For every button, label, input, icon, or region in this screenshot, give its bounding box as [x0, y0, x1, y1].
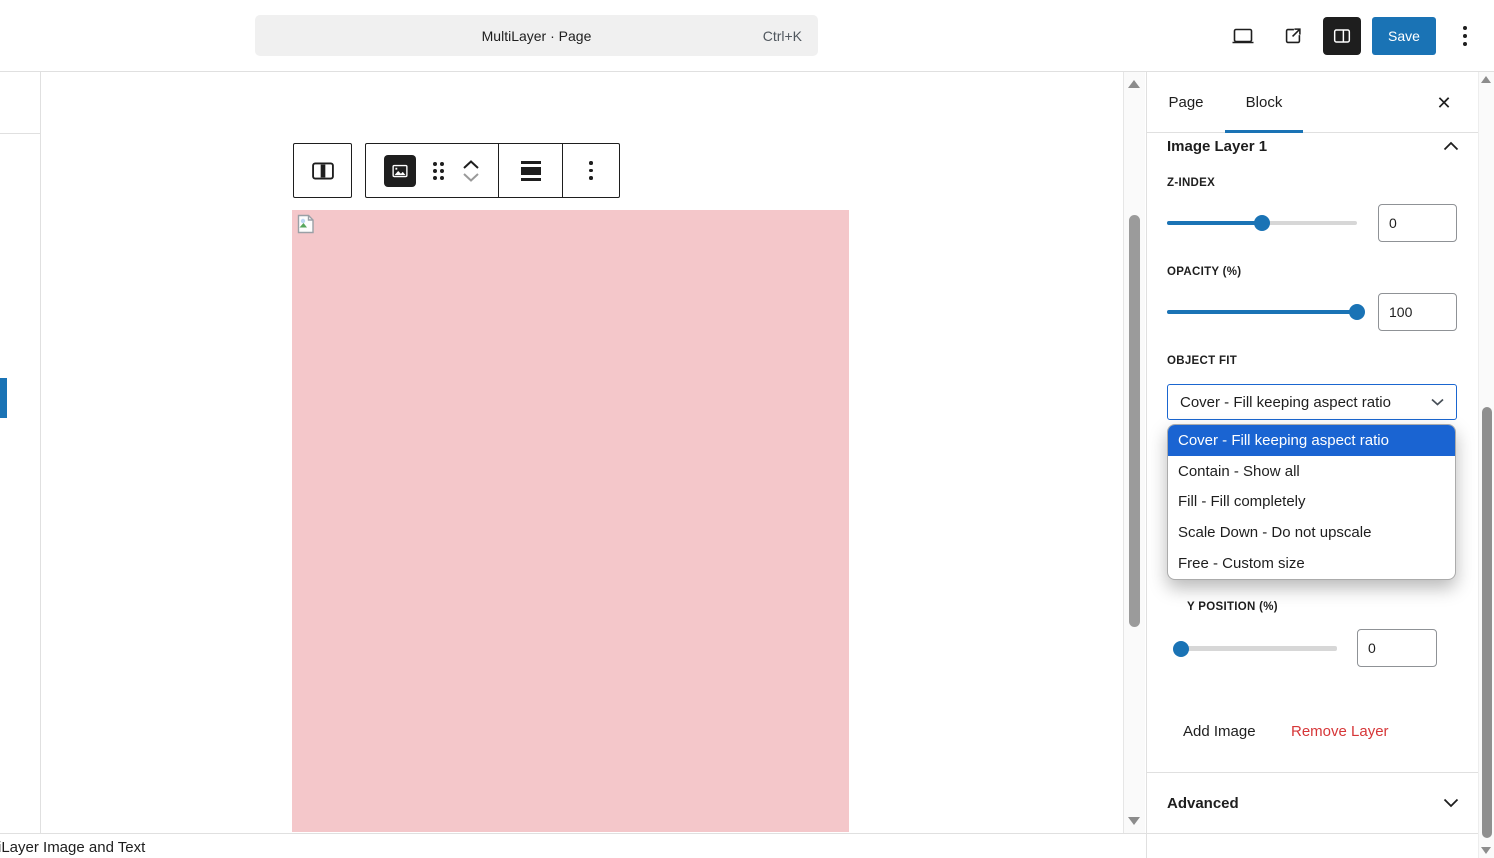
- document-title: MultiLayer · Page: [481, 27, 592, 44]
- opacity-input[interactable]: [1378, 293, 1457, 331]
- drag-handle-icon: [433, 161, 445, 180]
- slider-thumb[interactable]: [1254, 215, 1270, 231]
- sidebar-scrollbar-thumb[interactable]: [1482, 407, 1492, 838]
- move-up-button[interactable]: [462, 159, 480, 170]
- sidebar-divider: [1147, 833, 1479, 834]
- object-fit-dropdown: Cover - Fill keeping aspect ratio Contai…: [1167, 424, 1456, 580]
- command-palette-button[interactable]: MultiLayer · Page Ctrl+K: [255, 15, 818, 56]
- tab-block[interactable]: Block: [1225, 72, 1303, 133]
- command-shortcut: Ctrl+K: [762, 27, 802, 44]
- chevron-down-icon: [462, 172, 480, 183]
- canvas-scrollbar: [1123, 72, 1145, 833]
- alignment-icon: [520, 160, 541, 181]
- select-parent-block-button[interactable]: [293, 143, 352, 198]
- kebab-menu-icon: [1463, 26, 1467, 46]
- add-image-button[interactable]: Add Image: [1183, 723, 1256, 740]
- z-index-input[interactable]: [1378, 204, 1457, 242]
- scroll-down-arrow[interactable]: [1128, 817, 1140, 825]
- preview-button[interactable]: [1224, 17, 1262, 55]
- block-toolbar: [365, 143, 620, 198]
- option-cover[interactable]: Cover - Fill keeping aspect ratio: [1168, 425, 1455, 456]
- settings-sidebar: Page Block ✕ Image Layer 1 Z-INDEX OPACI…: [1146, 72, 1479, 858]
- external-link-icon: [1282, 25, 1304, 47]
- kebab-menu-icon: [589, 161, 593, 180]
- advanced-panel-header[interactable]: Advanced: [1167, 785, 1459, 821]
- z-index-slider[interactable]: [1167, 215, 1357, 231]
- close-icon: ✕: [1436, 92, 1452, 113]
- opacity-label: OPACITY (%): [1167, 266, 1242, 278]
- scroll-down-arrow[interactable]: [1481, 847, 1491, 854]
- object-fit-select[interactable]: Cover - Fill keeping aspect ratio: [1167, 384, 1457, 420]
- y-position-label: Y POSITION (%): [1187, 601, 1278, 613]
- settings-sidebar-toggle[interactable]: [1323, 17, 1361, 55]
- laptop-icon: [1231, 24, 1255, 48]
- chevron-up-icon: [1443, 141, 1459, 151]
- remove-layer-button[interactable]: Remove Layer: [1291, 723, 1389, 740]
- chevron-up-icon: [462, 159, 480, 170]
- align-button[interactable]: [499, 144, 563, 197]
- sidebar-panel-icon: [1331, 25, 1353, 47]
- object-fit-label: OBJECT FIT: [1167, 355, 1238, 367]
- slider-thumb[interactable]: [1173, 640, 1189, 657]
- sidebar-scrollbar: [1478, 72, 1494, 858]
- z-index-label: Z-INDEX: [1167, 177, 1216, 189]
- opacity-slider[interactable]: [1167, 304, 1365, 320]
- image-layer-panel-header[interactable]: Image Layer 1: [1167, 133, 1459, 159]
- scroll-up-arrow[interactable]: [1128, 80, 1140, 88]
- broken-image-icon: [296, 214, 316, 234]
- chevron-down-icon: [1443, 798, 1459, 808]
- left-strip-divider: [0, 133, 40, 134]
- option-fill[interactable]: Fill - Fill completely: [1168, 487, 1455, 518]
- tab-page[interactable]: Page: [1147, 72, 1225, 133]
- move-down-button[interactable]: [462, 172, 480, 183]
- option-free[interactable]: Free - Custom size: [1168, 548, 1455, 579]
- canvas-left-border: [40, 72, 41, 833]
- block-options-button[interactable]: [563, 144, 619, 197]
- breadcrumb-bar: iLayer Image and Text: [0, 833, 1146, 858]
- sidebar-divider: [1147, 772, 1479, 773]
- editor-top-bar: MultiLayer · Page Ctrl+K Save: [0, 0, 1494, 72]
- image-block-type-button[interactable]: [383, 144, 416, 197]
- canvas-scrollbar-thumb[interactable]: [1129, 215, 1140, 627]
- multilayer-image-block[interactable]: [292, 210, 849, 832]
- view-page-button[interactable]: [1274, 17, 1312, 55]
- media-text-block-icon: [309, 157, 337, 185]
- panel-title: Image Layer 1: [1167, 137, 1268, 155]
- left-edge-accent-bar: [0, 378, 7, 418]
- object-fit-selected-value: Cover - Fill keeping aspect ratio: [1180, 393, 1391, 411]
- advanced-label: Advanced: [1167, 794, 1239, 812]
- option-scale-down[interactable]: Scale Down - Do not upscale: [1168, 517, 1455, 548]
- options-menu-button[interactable]: [1446, 17, 1484, 55]
- breadcrumb[interactable]: iLayer Image and Text: [0, 839, 145, 856]
- save-button[interactable]: Save: [1372, 17, 1436, 55]
- option-contain[interactable]: Contain - Show all: [1168, 456, 1455, 487]
- y-position-slider[interactable]: [1173, 640, 1337, 657]
- drag-handle[interactable]: [433, 144, 445, 197]
- y-position-input[interactable]: [1357, 629, 1437, 667]
- image-block-icon: [383, 154, 416, 187]
- sidebar-tabs: Page Block ✕: [1147, 72, 1479, 133]
- close-sidebar-button[interactable]: ✕: [1431, 90, 1457, 116]
- chevron-down-icon: [1431, 398, 1444, 406]
- scroll-up-arrow[interactable]: [1481, 76, 1491, 83]
- slider-thumb[interactable]: [1349, 304, 1365, 320]
